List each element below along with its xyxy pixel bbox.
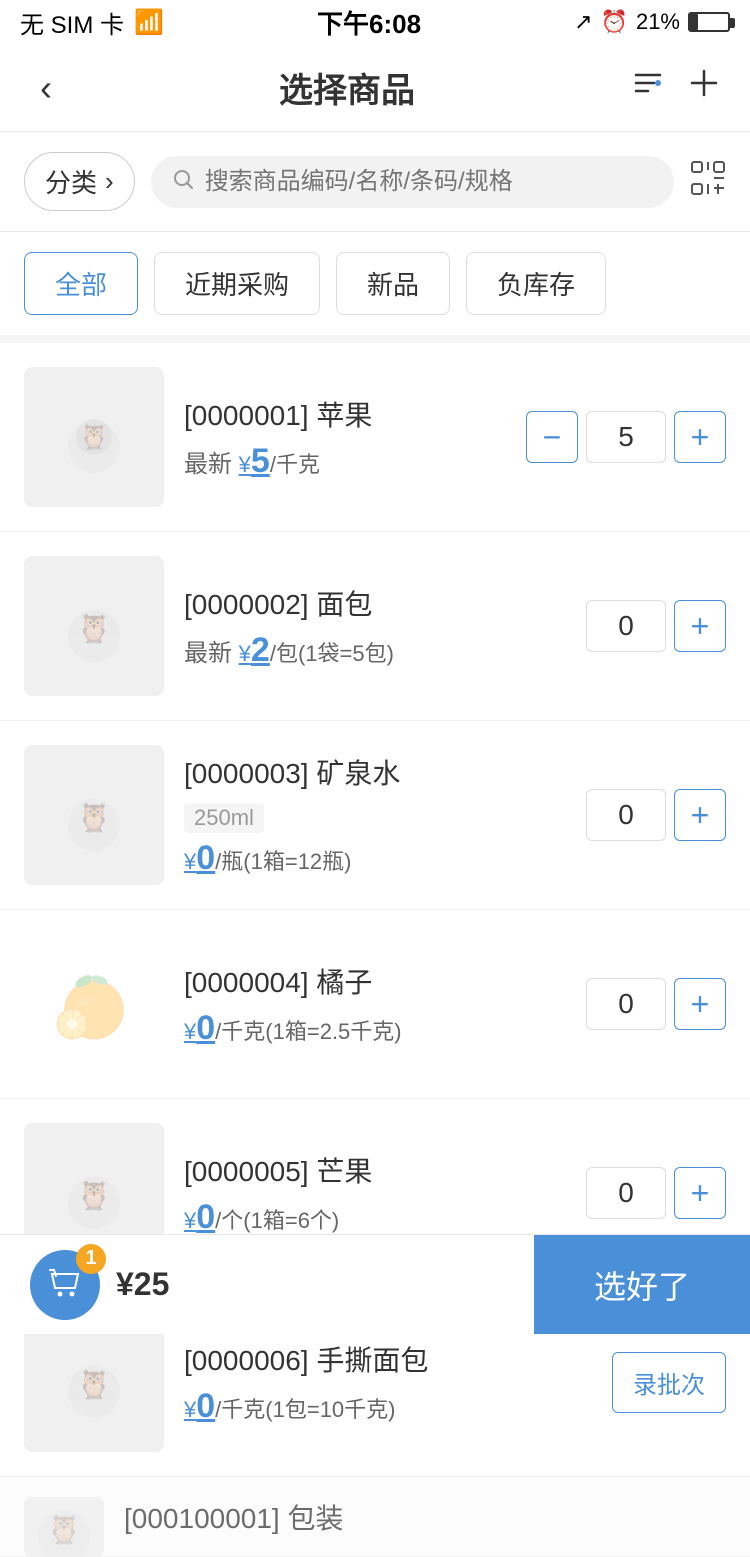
nav-bar: ‹ 选择商品 (0, 44, 750, 132)
wifi-icon: 📶 (134, 8, 164, 37)
back-button[interactable]: ‹ (30, 57, 62, 119)
quantity-control: 录批次 (612, 1352, 726, 1413)
quantity-control: − + (526, 411, 726, 463)
product-price: ¥0/千克(1包=10千克) (184, 1387, 592, 1426)
product-image (24, 934, 164, 1074)
product-price: ¥0/千克(1箱=2.5千克) (184, 1009, 566, 1048)
product-list: 🦉 [0000001] 苹果 最新 ¥5/千克 − + 🦉 [0000002] … (0, 343, 750, 1557)
add-button[interactable] (688, 67, 720, 108)
filter-icon[interactable] (632, 67, 664, 108)
alarm-icon: ⏰ (601, 9, 628, 35)
quantity-control: + (586, 789, 726, 841)
quantity-control: + (586, 1167, 726, 1219)
product-info: [0000002] 面包 最新 ¥2/包(1袋=5包) (184, 583, 566, 670)
list-item: 🦉 [000100001] 包装 (0, 1477, 750, 1557)
product-name: [0000005] 芒果 (184, 1150, 566, 1190)
status-bar: 无 SIM 卡 📶 下午6:08 ↗ ⏰ 21% (0, 0, 750, 44)
svg-text:🦉: 🦉 (77, 1369, 112, 1401)
product-name: [0000006] 手撕面包 (184, 1339, 592, 1379)
product-info: [0000006] 手撕面包 ¥0/千克(1包=10千克) (184, 1339, 592, 1426)
product-image: 🦉 (24, 1497, 104, 1557)
tab-negative[interactable]: 负库存 (466, 252, 606, 315)
product-price: ¥0/瓶(1箱=12瓶) (184, 839, 566, 878)
list-item: [0000004] 橘子 ¥0/千克(1箱=2.5千克) + (0, 910, 750, 1099)
svg-text:🦉: 🦉 (77, 613, 112, 645)
quantity-input[interactable] (586, 1167, 666, 1219)
product-info: [0000005] 芒果 ¥0/个(1箱=6个) (184, 1150, 566, 1237)
battery-percent: 21% (636, 9, 680, 35)
svg-text:🦉: 🦉 (77, 1180, 112, 1212)
product-name: [000100001] 包装 (124, 1497, 726, 1537)
product-image: 🦉 (24, 367, 164, 507)
increase-button[interactable]: + (674, 411, 726, 463)
increase-button[interactable]: + (674, 600, 726, 652)
filter-tabs: 全部 近期采购 新品 负库存 (0, 232, 750, 343)
scan-icon[interactable] (690, 160, 726, 204)
product-spec: 250ml (184, 803, 264, 833)
quantity-control: + (586, 600, 726, 652)
svg-text:🦉: 🦉 (77, 802, 112, 834)
confirm-button[interactable]: 选好了 (534, 1235, 750, 1334)
category-chevron: › (105, 166, 114, 197)
quantity-input[interactable] (586, 978, 666, 1030)
search-input-wrap (151, 156, 674, 208)
quantity-input[interactable] (586, 600, 666, 652)
status-left: 无 SIM 卡 📶 (20, 5, 164, 40)
search-icon (171, 166, 195, 198)
list-item: 🦉 [0000003] 矿泉水 250ml ¥0/瓶(1箱=12瓶) + (0, 721, 750, 910)
battery-icon (688, 12, 730, 32)
category-button[interactable]: 分类 › (24, 152, 135, 211)
increase-button[interactable]: + (674, 789, 726, 841)
product-info: [0000004] 橘子 ¥0/千克(1箱=2.5千克) (184, 961, 566, 1048)
cart-button[interactable]: 1 (30, 1250, 100, 1320)
list-item: 🦉 [0000001] 苹果 最新 ¥5/千克 − + (0, 343, 750, 532)
quantity-input[interactable] (586, 411, 666, 463)
svg-text:🦉: 🦉 (79, 424, 109, 451)
nav-actions (632, 67, 720, 108)
decrease-button[interactable]: − (526, 411, 578, 463)
product-name: [0000003] 矿泉水 (184, 752, 566, 792)
status-right: ↗ ⏰ 21% (574, 9, 730, 35)
status-time: 下午6:08 (317, 4, 421, 41)
tab-new[interactable]: 新品 (336, 252, 450, 315)
quantity-input[interactable] (586, 789, 666, 841)
product-image: 🦉 (24, 745, 164, 885)
product-info: [0000003] 矿泉水 250ml ¥0/瓶(1箱=12瓶) (184, 752, 566, 878)
tab-all[interactable]: 全部 (24, 252, 138, 315)
carrier-label: 无 SIM 卡 (20, 5, 124, 40)
cart-section: 1 ¥25 (0, 1250, 534, 1320)
category-label: 分类 (45, 163, 97, 200)
product-name: [0000004] 橘子 (184, 961, 566, 1001)
product-name: [0000001] 苹果 (184, 394, 506, 434)
product-price: ¥0/个(1箱=6个) (184, 1198, 566, 1237)
tab-recent[interactable]: 近期采购 (154, 252, 320, 315)
page-title: 选择商品 (279, 63, 415, 112)
bottom-bar: 1 ¥25 选好了 (0, 1234, 750, 1334)
product-price: 最新 ¥2/包(1袋=5包) (184, 631, 566, 670)
search-input[interactable] (205, 168, 654, 196)
svg-text:🦉: 🦉 (47, 1514, 82, 1546)
product-name: [0000002] 面包 (184, 583, 566, 623)
product-info: [0000001] 苹果 最新 ¥5/千克 (184, 394, 506, 481)
product-image: 🦉 (24, 556, 164, 696)
location-icon: ↗ (574, 9, 592, 35)
quantity-control: + (586, 978, 726, 1030)
product-price: 最新 ¥5/千克 (184, 442, 506, 481)
cart-total: ¥25 (116, 1266, 169, 1303)
search-bar: 分类 › (0, 132, 750, 232)
increase-button[interactable]: + (674, 1167, 726, 1219)
product-info: [000100001] 包装 (124, 1497, 726, 1545)
list-item: 🦉 [0000002] 面包 最新 ¥2/包(1袋=5包) + (0, 532, 750, 721)
batch-button[interactable]: 录批次 (612, 1352, 726, 1413)
increase-button[interactable]: + (674, 978, 726, 1030)
cart-badge: 1 (76, 1244, 106, 1274)
